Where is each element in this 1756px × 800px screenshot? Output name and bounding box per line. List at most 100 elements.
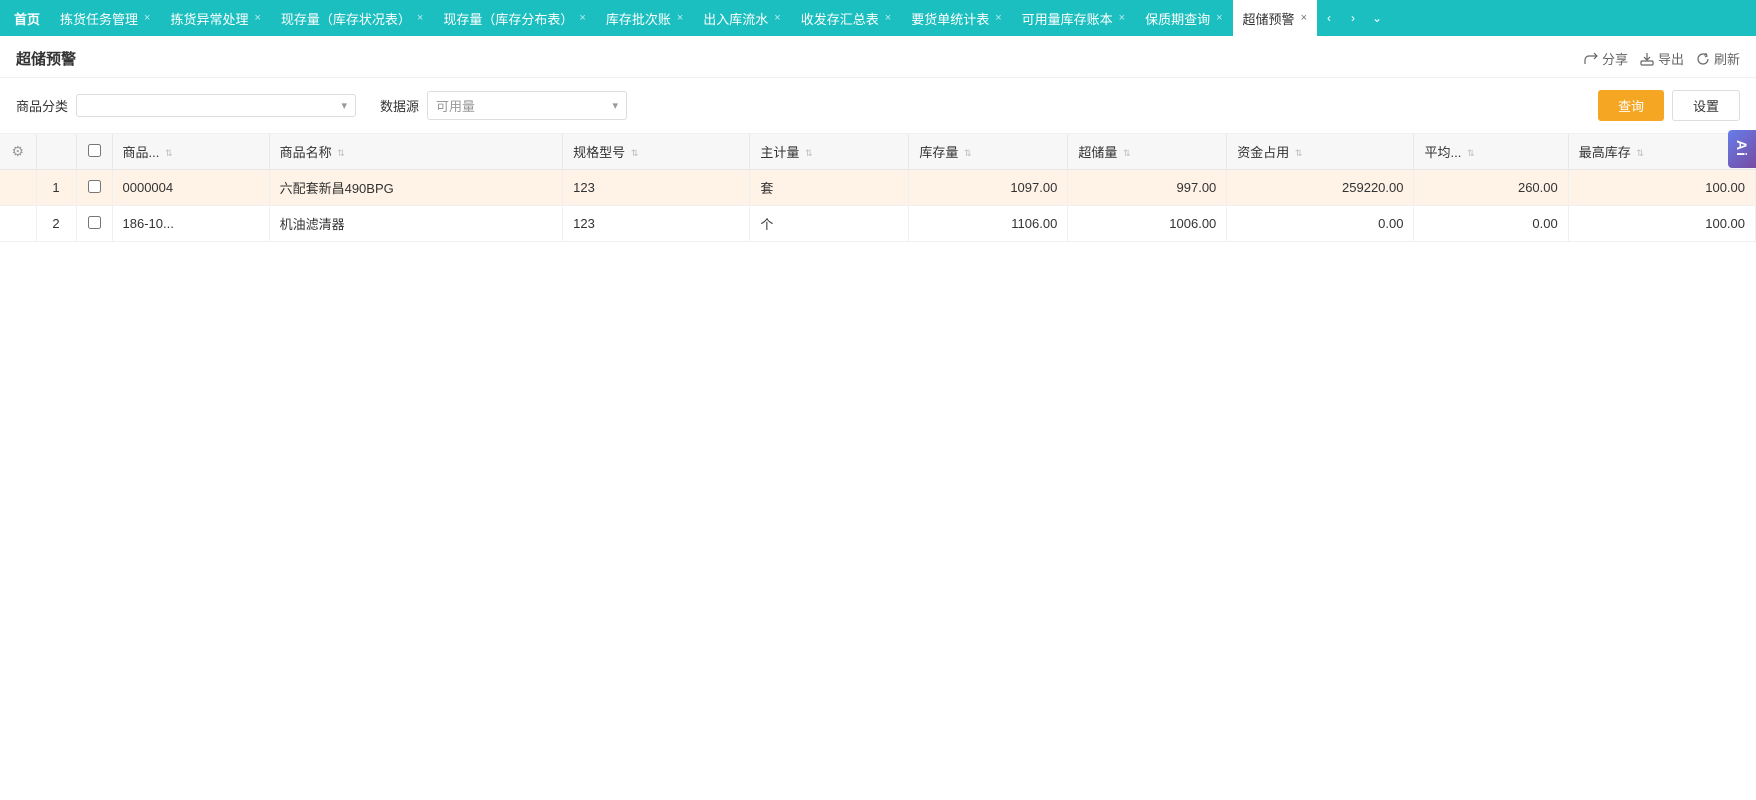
row-check-cell[interactable] bbox=[76, 170, 112, 206]
col-avg-header[interactable]: 平均... ⇅ bbox=[1414, 134, 1568, 170]
nav-tab-0[interactable]: 拣货任务管理 × bbox=[50, 0, 160, 36]
close-tab-3[interactable]: × bbox=[579, 12, 585, 24]
nav-tab-3[interactable]: 现存量（库存分布表） × bbox=[433, 0, 595, 36]
nav-tab-8[interactable]: 可用量库存账本 × bbox=[1012, 0, 1135, 36]
nav-tab-5[interactable]: 出入库流水 × bbox=[693, 0, 790, 36]
row-capital-cell: 259220.00 bbox=[1227, 170, 1414, 206]
data-table: ⚙ 商品... ⇅ 商品名称 ⇅ 规格型号 bbox=[0, 134, 1756, 242]
table-row: 1 0000004 六配套新昌490BPG 123 套 1097.00 997.… bbox=[0, 170, 1756, 206]
row-unit-cell: 套 bbox=[750, 170, 909, 206]
nav-tab-2[interactable]: 现存量（库存状况表） × bbox=[271, 0, 433, 36]
row-max-cell: 100.00 bbox=[1568, 206, 1755, 242]
col-over-header[interactable]: 超储量 ⇅ bbox=[1068, 134, 1227, 170]
page-header: 超储预警 分享 导出 刷新 bbox=[0, 36, 1756, 78]
row-stock-cell: 1106.00 bbox=[909, 206, 1068, 242]
col-spec-header[interactable]: 规格型号 ⇅ bbox=[563, 134, 750, 170]
datasource-label: 数据源 bbox=[380, 96, 419, 115]
close-tab-5[interactable]: × bbox=[774, 12, 780, 24]
sort-over-icon: ⇅ bbox=[1123, 148, 1131, 159]
close-tab-4[interactable]: × bbox=[677, 12, 683, 24]
ai-badge[interactable]: Ai bbox=[1728, 130, 1756, 168]
sort-unit-icon: ⇅ bbox=[805, 148, 813, 159]
nav-tab-1[interactable]: 拣货异常处理 × bbox=[160, 0, 270, 36]
row-index-cell: 1 bbox=[36, 170, 76, 206]
row-setting-cell bbox=[0, 206, 36, 242]
row-checkbox[interactable] bbox=[88, 216, 101, 229]
row-spec-cell: 123 bbox=[563, 170, 750, 206]
row-index-cell: 2 bbox=[36, 206, 76, 242]
nav-tab-6[interactable]: 收发存汇总表 × bbox=[791, 0, 901, 36]
datasource-select[interactable]: 可用量 ▾ bbox=[427, 91, 627, 120]
share-button[interactable]: 分享 bbox=[1584, 49, 1628, 68]
row-capital-cell: 0.00 bbox=[1227, 206, 1414, 242]
category-arrow-icon: ▾ bbox=[341, 99, 347, 112]
refresh-button[interactable]: 刷新 bbox=[1696, 49, 1740, 68]
top-nav: 首页 拣货任务管理 × 拣货异常处理 × 现存量（库存状况表） × 现存量（库存… bbox=[0, 0, 1756, 36]
category-filter: 商品分类 ▾ bbox=[16, 94, 356, 117]
row-code-cell: 186-10... bbox=[112, 206, 269, 242]
sort-stock-icon: ⇅ bbox=[964, 148, 972, 159]
sort-avg-icon: ⇅ bbox=[1467, 148, 1475, 159]
col-stock-header[interactable]: 库存量 ⇅ bbox=[909, 134, 1068, 170]
setting-button[interactable]: 设置 bbox=[1672, 90, 1740, 121]
page-content: 超储预警 分享 导出 刷新 bbox=[0, 36, 1756, 800]
row-avg-cell: 260.00 bbox=[1414, 170, 1568, 206]
nav-tab-9[interactable]: 保质期查询 × bbox=[1135, 0, 1232, 36]
col-check-header bbox=[76, 134, 112, 170]
page-actions: 分享 导出 刷新 bbox=[1584, 49, 1740, 68]
row-over-cell: 1006.00 bbox=[1068, 206, 1227, 242]
row-code-cell: 0000004 bbox=[112, 170, 269, 206]
close-tab-1[interactable]: × bbox=[254, 12, 260, 24]
table-body: 1 0000004 六配套新昌490BPG 123 套 1097.00 997.… bbox=[0, 170, 1756, 242]
col-code-header[interactable]: 商品... ⇅ bbox=[112, 134, 269, 170]
row-check-cell[interactable] bbox=[76, 206, 112, 242]
row-checkbox[interactable] bbox=[88, 180, 101, 193]
sort-max-icon: ⇅ bbox=[1636, 148, 1644, 159]
select-all-checkbox[interactable] bbox=[88, 144, 101, 157]
row-max-cell: 100.00 bbox=[1568, 170, 1755, 206]
share-icon bbox=[1584, 52, 1598, 66]
nav-menu[interactable]: ⌄ bbox=[1365, 0, 1389, 36]
nav-tab-7[interactable]: 要货单统计表 × bbox=[901, 0, 1011, 36]
datasource-arrow-icon: ▾ bbox=[613, 99, 619, 112]
page-title: 超储预警 bbox=[16, 48, 76, 69]
nav-home[interactable]: 首页 bbox=[4, 0, 50, 36]
filter-actions: 查询 设置 bbox=[1598, 90, 1740, 121]
col-index-header bbox=[36, 134, 76, 170]
nav-tab-4[interactable]: 库存批次账 × bbox=[596, 0, 693, 36]
sort-code-icon: ⇅ bbox=[165, 148, 173, 159]
col-capital-header[interactable]: 资金占用 ⇅ bbox=[1227, 134, 1414, 170]
query-button[interactable]: 查询 bbox=[1598, 90, 1664, 121]
category-label: 商品分类 bbox=[16, 96, 68, 115]
row-unit-cell: 个 bbox=[750, 206, 909, 242]
row-setting-cell bbox=[0, 170, 36, 206]
close-tab-10[interactable]: × bbox=[1301, 12, 1307, 24]
table-header-row: ⚙ 商品... ⇅ 商品名称 ⇅ 规格型号 bbox=[0, 134, 1756, 170]
nav-tab-10[interactable]: 超储预警 × bbox=[1233, 0, 1317, 36]
close-tab-2[interactable]: × bbox=[417, 12, 423, 24]
close-tab-9[interactable]: × bbox=[1216, 12, 1222, 24]
col-unit-header[interactable]: 主计量 ⇅ bbox=[750, 134, 909, 170]
col-setting-header: ⚙ bbox=[0, 134, 36, 170]
category-select[interactable]: ▾ bbox=[76, 94, 356, 117]
gear-icon[interactable]: ⚙ bbox=[11, 143, 24, 159]
export-button[interactable]: 导出 bbox=[1640, 49, 1684, 68]
table-container: ⚙ 商品... ⇅ 商品名称 ⇅ 规格型号 bbox=[0, 134, 1756, 242]
close-tab-0[interactable]: × bbox=[144, 12, 150, 24]
export-icon bbox=[1640, 52, 1654, 66]
col-name-header[interactable]: 商品名称 ⇅ bbox=[269, 134, 563, 170]
close-tab-8[interactable]: × bbox=[1119, 12, 1125, 24]
row-over-cell: 997.00 bbox=[1068, 170, 1227, 206]
nav-next[interactable]: › bbox=[1341, 0, 1365, 36]
filter-row: 商品分类 ▾ 数据源 可用量 ▾ 查询 设置 bbox=[0, 78, 1756, 134]
sort-name-icon: ⇅ bbox=[337, 148, 345, 159]
table-row: 2 186-10... 机油滤清器 123 个 1106.00 1006.00 … bbox=[0, 206, 1756, 242]
close-tab-6[interactable]: × bbox=[885, 12, 891, 24]
nav-prev[interactable]: ‹ bbox=[1317, 0, 1341, 36]
close-tab-7[interactable]: × bbox=[995, 12, 1001, 24]
row-stock-cell: 1097.00 bbox=[909, 170, 1068, 206]
row-spec-cell: 123 bbox=[563, 206, 750, 242]
row-name-cell: 六配套新昌490BPG bbox=[269, 170, 563, 206]
refresh-icon bbox=[1696, 52, 1710, 66]
row-name-cell: 机油滤清器 bbox=[269, 206, 563, 242]
